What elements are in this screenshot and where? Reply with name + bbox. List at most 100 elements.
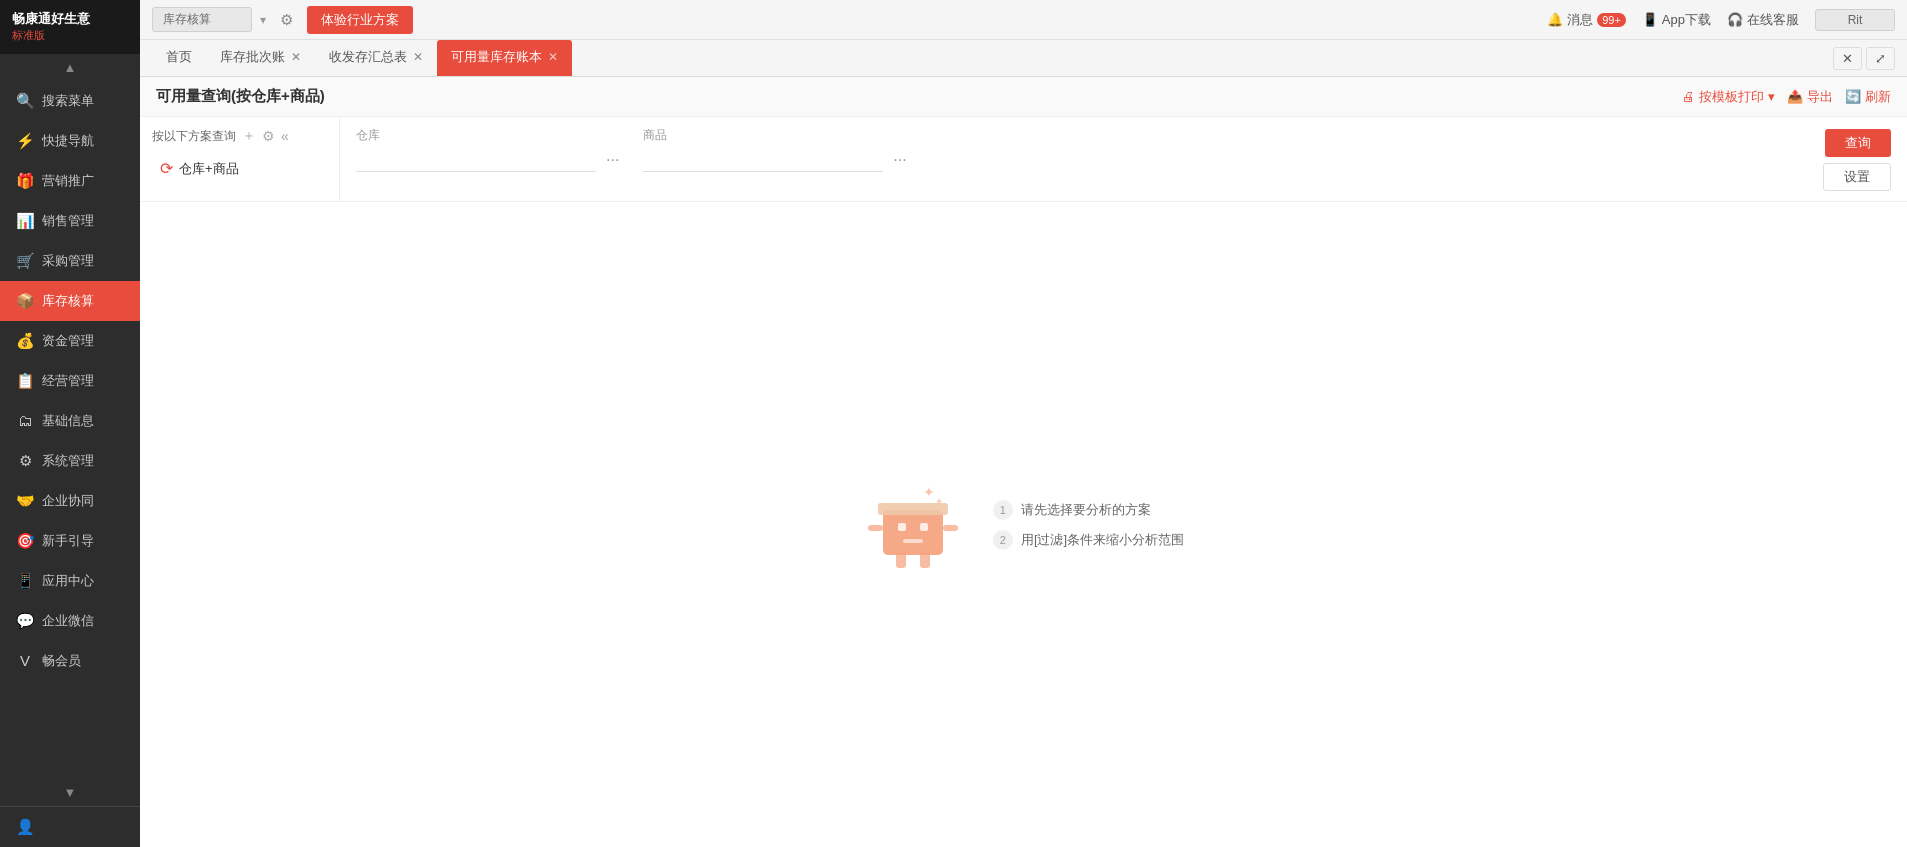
svg-rect-7 [896, 553, 906, 568]
sidebar-item-app-center[interactable]: 📱应用中心 [0, 561, 140, 601]
empty-hints: 1 请先选择要分析的方案 2 用[过滤]条件来缩小分析范围 [993, 500, 1184, 550]
sidebar-item-search[interactable]: 🔍搜索菜单 [0, 81, 140, 121]
sidebar-scroll-up[interactable]: ▲ [0, 54, 140, 81]
query-btn[interactable]: 查询 [1825, 129, 1891, 157]
sidebar-item-label: 系统管理 [42, 452, 94, 470]
product-field: 商品 ··· [643, 127, 910, 172]
warehouse-input[interactable] [356, 148, 596, 172]
scheme-header-label: 按以下方案查询 [152, 128, 236, 145]
tabs-bar: 首页 库存批次账 ✕ 收发存汇总表 ✕ 可用量库存账本 ✕ ✕ ⤢ [140, 40, 1907, 77]
print-action[interactable]: 🖨 按模板打印 ▾ [1682, 88, 1775, 106]
topbar-right: 🔔 消息 99+ 📱 App下载 🎧 在线客服 Rit [1547, 9, 1895, 31]
sidebar-scroll-down[interactable]: ▼ [0, 779, 140, 806]
tab-receipt-summary[interactable]: 收发存汇总表 ✕ [315, 40, 437, 76]
empty-hint-1-text: 请先选择要分析的方案 [1021, 501, 1151, 519]
tab-home[interactable]: 首页 [152, 40, 206, 76]
print-icon: 🖨 [1682, 89, 1695, 104]
sidebar-item-enterprise[interactable]: 🤝企业协同 [0, 481, 140, 521]
sidebar-item-label: 营销推广 [42, 172, 94, 190]
notifications-badge: 99+ [1597, 13, 1626, 27]
notifications-btn[interactable]: 🔔 消息 99+ [1547, 11, 1626, 29]
wechat-icon: 💬 [16, 612, 34, 630]
warehouse-more-btn[interactable]: ··· [602, 149, 623, 171]
sidebar-item-label: 经营管理 [42, 372, 94, 390]
warehouse-label: 仓库 [356, 127, 623, 144]
sidebar-footer: 👤 [0, 806, 140, 847]
logo-name: 畅康通好生意 [12, 10, 128, 28]
sidebar-item-label: 新手引导 [42, 532, 94, 550]
filter-actions: 查询 设置 [1823, 127, 1891, 191]
refresh-label: 刷新 [1865, 88, 1891, 106]
tab-batch-accounts[interactable]: 库存批次账 ✕ [206, 40, 315, 76]
scheme-label: 仓库+商品 [179, 160, 239, 178]
sidebar-item-inventory[interactable]: 📦库存核算 [0, 281, 140, 321]
sidebar-item-label: 基础信息 [42, 412, 94, 430]
tab-receipt-summary-label: 收发存汇总表 [329, 48, 407, 66]
product-more-btn[interactable]: ··· [889, 149, 910, 171]
sidebar: 畅康通好生意 标准版 ▲ 🔍搜索菜单⚡快捷导航🎁营销推广📊销售管理 🛒 采购管理 📦库… [0, 0, 140, 847]
empty-hint-2: 2 用[过滤]条件来缩小分析范围 [993, 530, 1184, 550]
topbar: 库存核算 ▾ ⚙ 体验行业方案 🔔 消息 99+ 📱 App下载 🎧 在线客服 … [140, 0, 1907, 40]
tab-batch-accounts-label: 库存批次账 [220, 48, 285, 66]
online-service-btn[interactable]: 🎧 在线客服 [1727, 11, 1799, 29]
sidebar-item-finance[interactable]: 💰资金管理 [0, 321, 140, 361]
page-header: 可用量查询(按仓库+商品) 🖨 按模板打印 ▾ 📤 导出 🔄 刷新 [140, 77, 1907, 117]
tab-available-ledger-close[interactable]: ✕ [548, 50, 558, 64]
sidebar-item-onboarding[interactable]: 🎯 新手引导 [0, 521, 140, 561]
export-action[interactable]: 📤 导出 [1787, 88, 1833, 106]
sidebar-item-purchase[interactable]: 🛒 采购管理 [0, 241, 140, 281]
trial-industry-btn[interactable]: 体验行业方案 [307, 6, 413, 34]
app-download-btn[interactable]: 📱 App下载 [1642, 11, 1711, 29]
tab-available-ledger[interactable]: 可用量库存账本 ✕ [437, 40, 572, 76]
sidebar-item-quick-nav[interactable]: ⚡快捷导航 [0, 121, 140, 161]
online-service-label: 在线客服 [1747, 11, 1799, 29]
logo-subtitle: 标准版 [12, 28, 128, 43]
collapse-filter-btn[interactable]: « [281, 128, 289, 144]
product-input[interactable] [643, 148, 883, 172]
hint-num-2: 2 [993, 530, 1013, 550]
tabs-expand-btn[interactable]: ⤢ [1866, 47, 1895, 70]
app-center-icon: 📱 [16, 572, 34, 590]
product-field-row: ··· [643, 148, 910, 172]
empty-hint-2-text: 用[过滤]条件来缩小分析范围 [1021, 531, 1184, 549]
onboarding-icon: 🎯 [16, 532, 34, 550]
tab-home-label: 首页 [166, 48, 192, 66]
sidebar-item-label: 资金管理 [42, 332, 94, 350]
enterprise-icon: 🤝 [16, 492, 34, 510]
scheme-icon: ⟳ [160, 159, 173, 178]
sidebar-logo: 畅康通好生意 标准版 [0, 0, 140, 54]
manage-scheme-btn[interactable]: ⚙ [262, 128, 275, 144]
gear-icon[interactable]: ⚙ [274, 9, 299, 31]
export-label: 导出 [1807, 88, 1833, 106]
breadcrumb-arrow[interactable]: ▾ [260, 13, 266, 27]
svg-rect-5 [868, 525, 883, 531]
print-arrow[interactable]: ▾ [1768, 89, 1775, 104]
sidebar-item-wechat[interactable]: 💬企业微信 [0, 601, 140, 641]
sidebar-item-basic[interactable]: 🗂基础信息 [0, 401, 140, 441]
tabs-close-btn[interactable]: ✕ [1833, 47, 1862, 70]
settings-btn[interactable]: 设置 [1823, 163, 1891, 191]
inventory-icon: 📦 [16, 292, 34, 310]
mobile-icon: 📱 [1642, 12, 1658, 27]
page-title: 可用量查询(按仓库+商品) [156, 87, 325, 106]
sidebar-item-label: 采购管理 [42, 252, 94, 270]
filter-right-panel: 仓库 ··· 商品 ··· 查询 设置 [340, 117, 1907, 201]
sidebar-item-member[interactable]: V畅会员 [0, 641, 140, 681]
add-scheme-btn[interactable]: ＋ [242, 127, 256, 145]
export-icon: 📤 [1787, 89, 1803, 104]
user-menu[interactable]: Rit [1815, 9, 1895, 31]
refresh-action[interactable]: 🔄 刷新 [1845, 88, 1891, 106]
page-content: 可用量查询(按仓库+商品) 🖨 按模板打印 ▾ 📤 导出 🔄 刷新 [140, 77, 1907, 847]
breadcrumb-input[interactable]: 库存核算 [152, 7, 252, 32]
search-icon: 🔍 [16, 92, 34, 110]
system-icon: ⚙ [16, 452, 34, 470]
tab-receipt-summary-close[interactable]: ✕ [413, 50, 423, 64]
scheme-item-warehouse-product[interactable]: ⟳ 仓库+商品 [152, 153, 327, 184]
sidebar-item-system[interactable]: ⚙ 系统管理 [0, 441, 140, 481]
tab-batch-accounts-close[interactable]: ✕ [291, 50, 301, 64]
sidebar-item-sales[interactable]: 📊销售管理 [0, 201, 140, 241]
sidebar-item-marketing[interactable]: 🎁营销推广 [0, 161, 140, 201]
tabs-actions: ✕ ⤢ [1833, 47, 1895, 70]
sidebar-item-operations[interactable]: 📋经营管理 [0, 361, 140, 401]
purchase-icon: 🛒 [16, 252, 34, 270]
